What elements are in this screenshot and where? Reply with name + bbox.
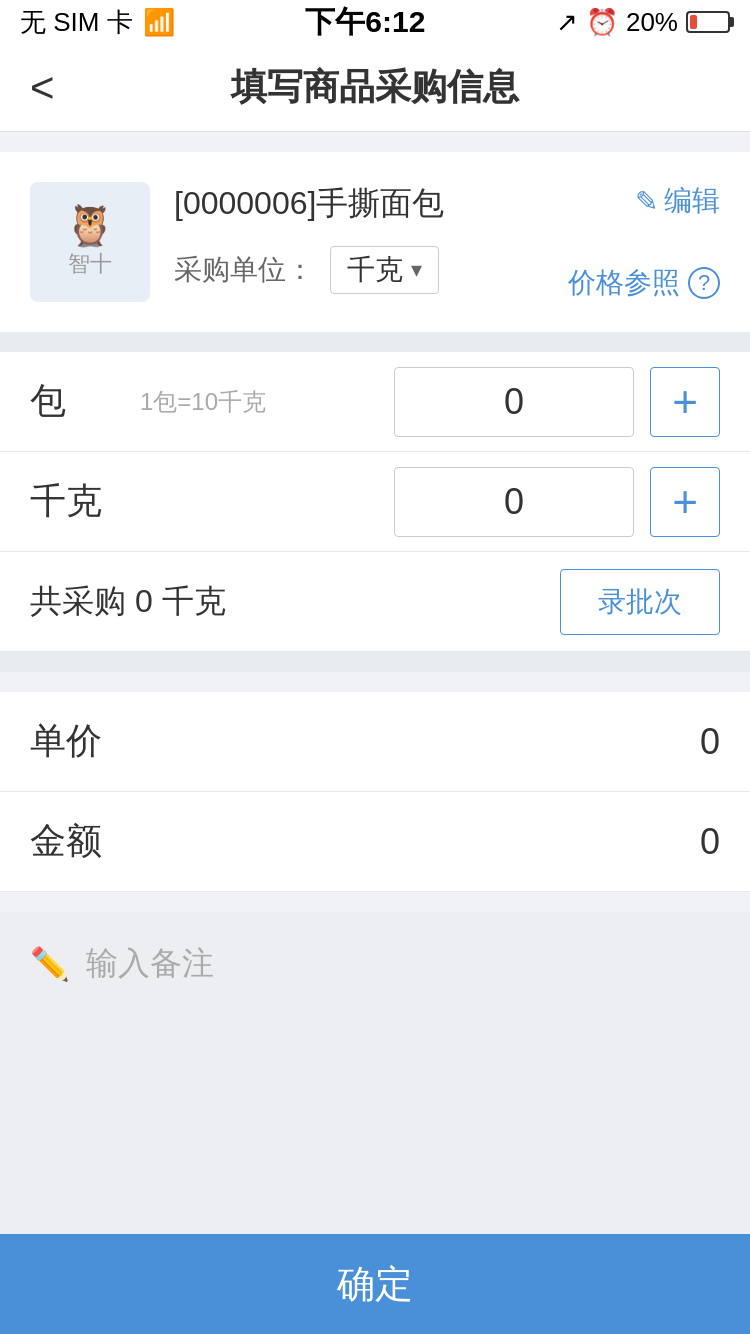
kg-input-row: 千克 0 + [0, 452, 750, 552]
location-icon: ↗ [556, 7, 578, 38]
product-img-owl: 🦉 [65, 205, 115, 245]
confirm-label: 确定 [337, 1259, 413, 1310]
section-divider-2 [0, 652, 750, 672]
edit-label: 编辑 [664, 182, 720, 220]
back-button[interactable]: < [30, 64, 55, 112]
status-time: 下午6:12 [305, 2, 425, 43]
unit-price-row: 单价 0 [0, 692, 750, 792]
bao-input-field: 0 + [394, 367, 720, 437]
status-bar: 无 SIM 卡 📶 下午6:12 ↗ ⏰ 20% [0, 0, 750, 44]
wifi-icon: 📶 [143, 7, 175, 38]
alarm-icon: ⏰ [586, 7, 618, 38]
carrier-label: 无 SIM 卡 [20, 5, 133, 40]
kg-label: 千克 [30, 477, 130, 526]
battery-indicator [686, 11, 730, 33]
status-right: ↗ ⏰ 20% [556, 7, 730, 38]
unit-price-label: 单价 [30, 717, 102, 766]
unit-dropdown[interactable]: 千克 ▾ [330, 246, 439, 294]
battery-percent: 20% [626, 7, 678, 38]
bao-sublabel: 1包=10千克 [140, 386, 394, 418]
page-title: 填写商品采购信息 [231, 63, 519, 112]
kg-plus-button[interactable]: + [650, 467, 720, 537]
total-label: 共采购 0 千克 [30, 580, 226, 624]
product-card: 🦉 智十 [0000006]手撕面包 采购单位： 千克 ▾ ✎ 编辑 价格参照 … [0, 152, 750, 332]
product-img-label: 智十 [68, 249, 112, 279]
unit-value: 千克 [347, 251, 403, 289]
unit-label: 采购单位： [174, 251, 314, 289]
edit-icon: ✎ [635, 185, 658, 218]
bao-input-row: 包 1包=10千克 0 + [0, 352, 750, 452]
chevron-down-icon: ▾ [411, 257, 422, 283]
help-icon[interactable]: ? [688, 267, 720, 299]
bao-plus-button[interactable]: + [650, 367, 720, 437]
unit-price-value: 0 [700, 721, 720, 763]
note-section[interactable]: ✏️ 输入备注 [0, 912, 750, 1016]
pencil-icon: ✏️ [30, 945, 70, 983]
note-placeholder: 输入备注 [86, 942, 214, 986]
batch-button[interactable]: 录批次 [560, 569, 720, 635]
kg-input-field: 0 + [394, 467, 720, 537]
confirm-button[interactable]: 确定 [0, 1234, 750, 1334]
price-ref-button[interactable]: 价格参照 ? [568, 264, 720, 302]
bao-number-input[interactable]: 0 [394, 367, 634, 437]
total-row: 共采购 0 千克 录批次 [0, 552, 750, 652]
price-section: 单价 0 金额 0 [0, 692, 750, 892]
price-ref-label: 价格参照 [568, 264, 680, 302]
product-image: 🦉 智十 [30, 182, 150, 302]
edit-button[interactable]: ✎ 编辑 [635, 182, 720, 220]
amount-row: 金额 0 [0, 792, 750, 892]
status-left: 无 SIM 卡 📶 [20, 5, 175, 40]
amount-label: 金额 [30, 817, 102, 866]
bao-label: 包 [30, 377, 130, 426]
nav-bar: < 填写商品采购信息 [0, 44, 750, 132]
amount-value: 0 [700, 821, 720, 863]
section-divider-1 [0, 332, 750, 352]
quantity-input-section: 包 1包=10千克 0 + 千克 0 + [0, 352, 750, 552]
kg-number-input[interactable]: 0 [394, 467, 634, 537]
